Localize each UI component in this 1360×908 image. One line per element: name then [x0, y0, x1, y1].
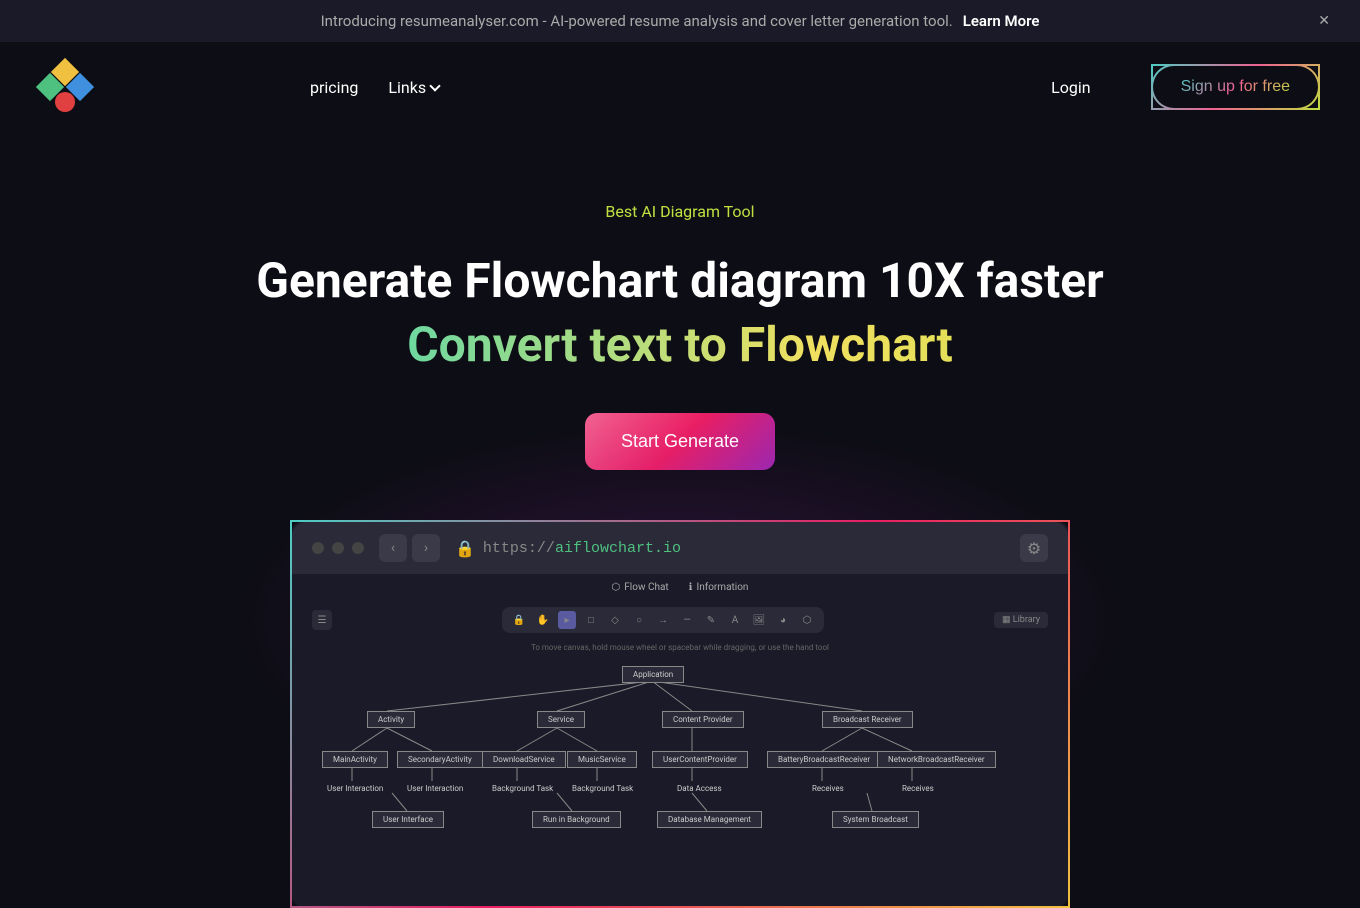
- nav-links-label: Links: [388, 78, 426, 97]
- library-button[interactable]: ▦ Library: [994, 612, 1048, 628]
- learn-more-link[interactable]: Learn More: [963, 12, 1040, 30]
- diagram-label: Background Task: [562, 781, 643, 796]
- diamond-tool-icon[interactable]: ◇: [606, 611, 624, 629]
- logo[interactable]: [40, 62, 90, 112]
- lock-icon: 🔒: [455, 539, 475, 558]
- diagram-label: Receives: [802, 781, 854, 796]
- headline: Generate Flowchart diagram 10X faster: [0, 251, 1360, 311]
- traffic-light-icon: [352, 542, 364, 554]
- tab-information[interactable]: ℹ Information: [689, 582, 749, 593]
- hero: Best AI Diagram Tool Generate Flowchart …: [0, 132, 1360, 908]
- diagram-label: User Interaction: [397, 781, 473, 796]
- url-domain: aiflowchart.io: [555, 540, 681, 557]
- close-icon[interactable]: ✕: [1318, 13, 1330, 29]
- signup-label: Sign up for free: [1181, 78, 1290, 95]
- browser-bar: ‹ › 🔒 https://aiflowchart.io ⚙: [292, 522, 1068, 574]
- nav-links-dropdown[interactable]: Links: [388, 78, 439, 97]
- forward-icon[interactable]: ›: [412, 534, 440, 562]
- diagram-node[interactable]: Activity: [367, 711, 415, 728]
- library-label: Library: [1013, 615, 1040, 625]
- image-tool-icon[interactable]: 🖼: [750, 611, 768, 629]
- signup-button[interactable]: Sign up for free: [1151, 64, 1320, 110]
- lock-tool-icon[interactable]: 🔒: [510, 611, 528, 629]
- toolbar: ☰ 🔒 ✋ ▸ □ ◇ ○ → — ✎ A 🖼 ◕ ⬡ ▦: [292, 601, 1068, 639]
- rect-tool-icon[interactable]: □: [582, 611, 600, 629]
- tagline: Best AI Diagram Tool: [0, 202, 1360, 221]
- navbar: pricing Links Login Sign up for free: [0, 42, 1360, 132]
- nav-arrows: ‹ ›: [379, 534, 440, 562]
- diagram-node[interactable]: Content Provider: [662, 711, 744, 728]
- app-tabs: ⬡ Flow Chat ℹ Information: [292, 574, 1068, 601]
- logo-icon: [55, 92, 75, 112]
- diagram-node[interactable]: BatteryBroadcastReceiver: [767, 751, 881, 768]
- diagram-node[interactable]: Application: [622, 666, 684, 683]
- diagram-node[interactable]: NetworkBroadcastReceiver: [877, 751, 996, 768]
- traffic-lights: [312, 542, 364, 554]
- announcement-text: Introducing resumeanalyser.com - AI-powe…: [321, 12, 953, 30]
- text-tool-icon[interactable]: A: [726, 611, 744, 629]
- diagram-node[interactable]: User Interface: [372, 811, 444, 828]
- diagram-node[interactable]: Run in Background: [532, 811, 621, 828]
- shape-tool-icon[interactable]: ⬡: [798, 611, 816, 629]
- tab-information-label: Information: [696, 582, 748, 593]
- arrow-tool-icon[interactable]: →: [654, 611, 672, 629]
- nav-pricing[interactable]: pricing: [310, 78, 358, 97]
- hand-tool-icon[interactable]: ✋: [534, 611, 552, 629]
- circle-tool-icon[interactable]: ○: [630, 611, 648, 629]
- nav-links: pricing Links: [310, 78, 439, 97]
- diagram-label: Receives: [892, 781, 944, 796]
- tool-icons: 🔒 ✋ ▸ □ ◇ ○ → — ✎ A 🖼 ◕ ⬡: [502, 607, 824, 633]
- diagram-node[interactable]: Database Management: [657, 811, 762, 828]
- diagram-node[interactable]: UserContentProvider: [652, 751, 748, 768]
- demo-container: ‹ › 🔒 https://aiflowchart.io ⚙ ⬡ Flow Ch…: [0, 520, 1360, 908]
- diagram-node[interactable]: System Broadcast: [832, 811, 919, 828]
- settings-icon[interactable]: ⚙: [1020, 534, 1048, 562]
- tab-flowchart[interactable]: ⬡ Flow Chat: [612, 582, 669, 593]
- announcement-bar: Introducing resumeanalyser.com - AI-powe…: [0, 0, 1360, 42]
- tab-flowchart-label: Flow Chat: [624, 582, 668, 593]
- pointer-tool-icon[interactable]: ▸: [558, 611, 576, 629]
- info-icon: ℹ: [689, 582, 693, 593]
- diagram-node[interactable]: MainActivity: [322, 751, 388, 768]
- url-text: https://aiflowchart.io: [483, 540, 681, 557]
- diagram-node[interactable]: DownloadService: [482, 751, 566, 768]
- diagram-label: Data Access: [667, 781, 732, 796]
- flowchart-icon: ⬡: [612, 582, 621, 593]
- traffic-light-icon: [312, 542, 324, 554]
- login-link[interactable]: Login: [1051, 78, 1090, 97]
- diagram-node[interactable]: Service: [537, 711, 585, 728]
- eraser-tool-icon[interactable]: ◕: [774, 611, 792, 629]
- diagram-node[interactable]: MusicService: [567, 751, 637, 768]
- subheadline: Convert text to Flowchart: [0, 316, 1360, 373]
- traffic-light-icon: [332, 542, 344, 554]
- diagram-label: Background Task: [482, 781, 563, 796]
- hamburger-icon[interactable]: ☰: [312, 610, 332, 630]
- hint-text: To move canvas, hold mouse wheel or spac…: [292, 639, 1068, 656]
- line-tool-icon[interactable]: —: [678, 611, 696, 629]
- diagram-node[interactable]: SecondaryActivity: [397, 751, 483, 768]
- url-bar: 🔒 https://aiflowchart.io: [455, 539, 1005, 558]
- pen-tool-icon[interactable]: ✎: [702, 611, 720, 629]
- canvas[interactable]: Application Activity Service Content Pro…: [292, 656, 1068, 906]
- library-icon: ▦: [1002, 615, 1011, 625]
- diagram-node[interactable]: Broadcast Receiver: [822, 711, 913, 728]
- diagram-label: User Interaction: [317, 781, 393, 796]
- back-icon[interactable]: ‹: [379, 534, 407, 562]
- chevron-down-icon: [429, 80, 440, 91]
- demo-window: ‹ › 🔒 https://aiflowchart.io ⚙ ⬡ Flow Ch…: [290, 520, 1070, 908]
